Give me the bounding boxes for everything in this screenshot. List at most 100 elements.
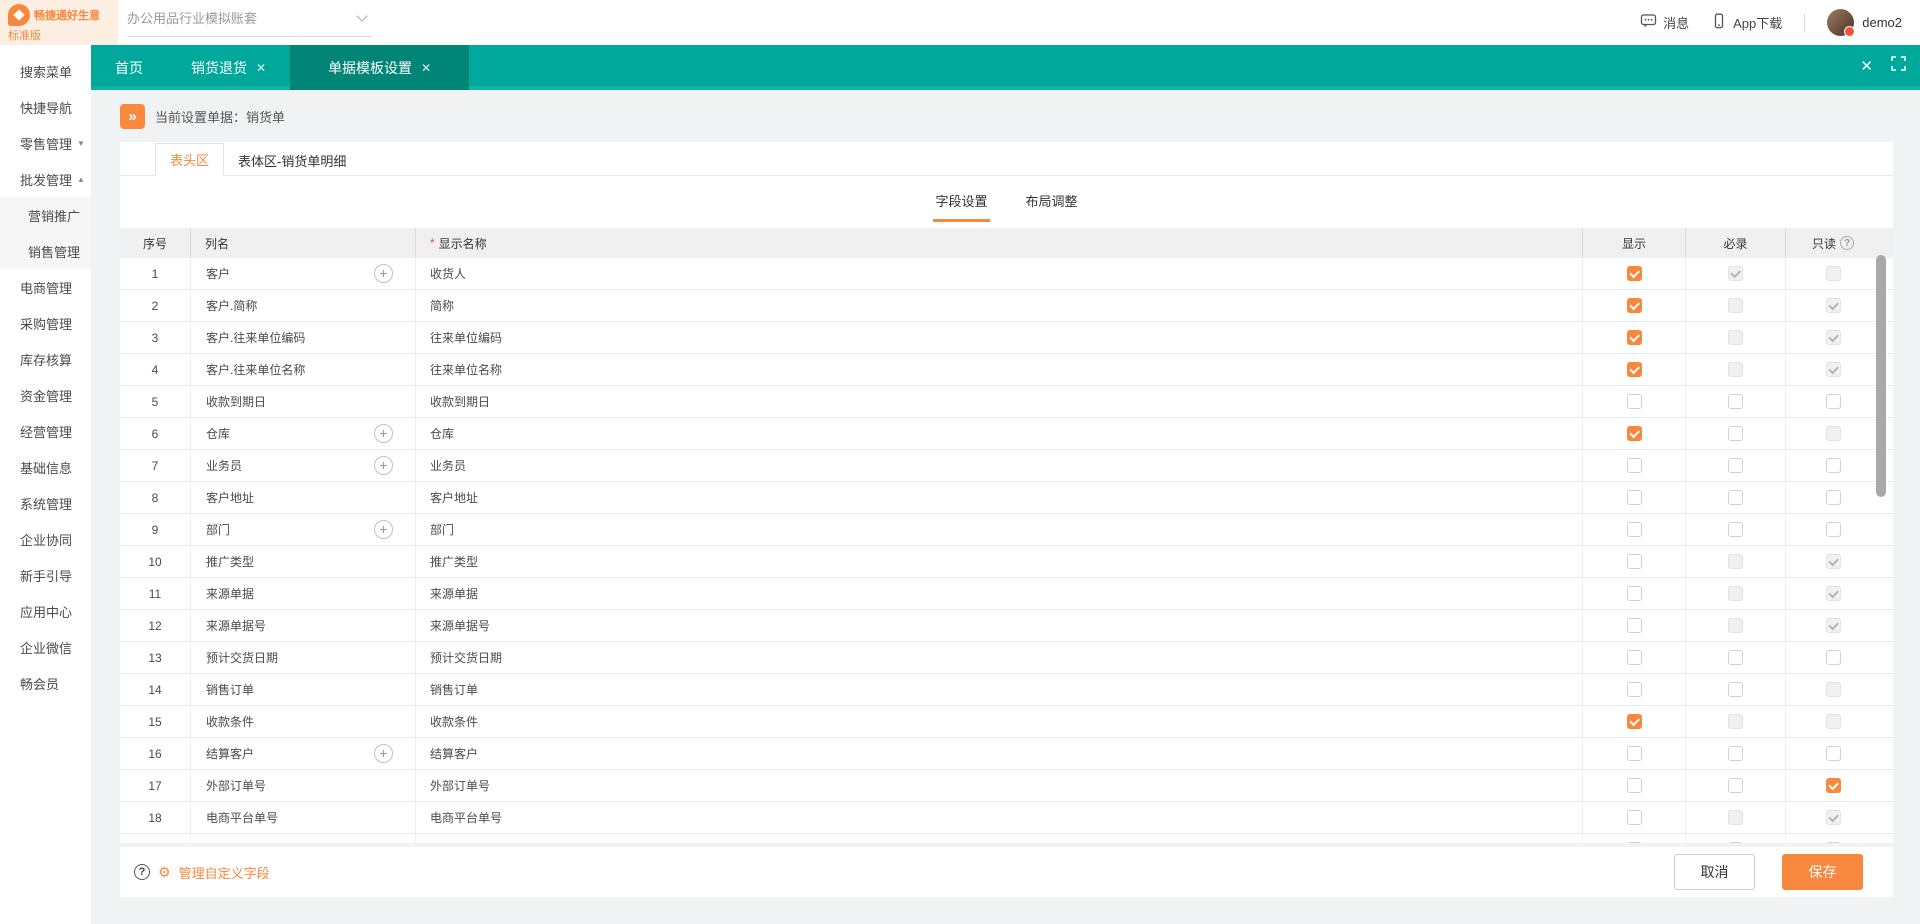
readonly-checkbox[interactable] (1825, 266, 1841, 281)
sidebar-item[interactable]: 新手引导 (0, 557, 91, 593)
readonly-checkbox[interactable] (1825, 490, 1841, 505)
required-checkbox[interactable] (1728, 714, 1743, 729)
close-icon[interactable]: ✕ (421, 61, 431, 75)
readonly-checkbox[interactable] (1825, 298, 1841, 313)
readonly-checkbox[interactable] (1825, 362, 1841, 377)
readonly-checkbox[interactable] (1825, 682, 1841, 697)
show-checkbox[interactable] (1626, 650, 1642, 665)
required-checkbox[interactable] (1728, 362, 1743, 377)
readonly-checkbox[interactable] (1825, 746, 1841, 761)
manage-custom-fields-link[interactable]: 管理自定义字段 (179, 863, 270, 882)
required-checkbox[interactable] (1728, 746, 1743, 761)
required-checkbox[interactable] (1728, 554, 1743, 569)
show-checkbox[interactable] (1626, 778, 1642, 793)
view-tab[interactable]: 布局调整 (1024, 183, 1080, 222)
required-checkbox[interactable] (1728, 618, 1743, 633)
show-checkbox[interactable] (1626, 554, 1642, 569)
readonly-checkbox[interactable] (1825, 778, 1841, 793)
sidebar-item[interactable]: 销售管理 (0, 233, 91, 269)
readonly-checkbox[interactable] (1825, 458, 1841, 473)
sidebar-item[interactable]: 营销推广 (0, 197, 91, 233)
sidebar-item[interactable]: 基础信息 (0, 449, 91, 485)
show-checkbox[interactable] (1626, 618, 1642, 633)
required-checkbox[interactable] (1728, 458, 1743, 473)
readonly-checkbox[interactable] (1825, 650, 1841, 665)
show-checkbox[interactable] (1626, 362, 1642, 377)
plus-icon[interactable]: + (374, 456, 393, 475)
sidebar-item[interactable]: 系统管理 (0, 485, 91, 521)
sidebar-item[interactable]: 经营管理 (0, 413, 91, 449)
required-checkbox[interactable] (1728, 650, 1743, 665)
readonly-checkbox[interactable] (1825, 522, 1841, 537)
help-icon[interactable]: ? (134, 864, 150, 880)
readonly-checkbox[interactable] (1825, 810, 1841, 825)
tab[interactable]: 单据模板设置 ✕ (290, 45, 470, 90)
sidebar-item[interactable]: 应用中心 (0, 593, 91, 629)
plus-icon[interactable]: + (374, 424, 393, 443)
required-checkbox[interactable] (1728, 778, 1743, 793)
sidebar-item[interactable]: 采购管理 (0, 305, 91, 341)
show-checkbox[interactable] (1626, 490, 1642, 505)
readonly-checkbox[interactable] (1825, 586, 1841, 601)
show-checkbox[interactable] (1626, 810, 1642, 825)
app-download-button[interactable]: App下载 (1711, 13, 1782, 32)
tab[interactable]: 首页 (91, 45, 167, 90)
required-checkbox[interactable] (1728, 330, 1743, 345)
show-checkbox[interactable] (1626, 842, 1642, 843)
show-checkbox[interactable] (1626, 426, 1642, 441)
view-tab[interactable]: 字段设置 (933, 183, 990, 222)
readonly-checkbox[interactable] (1825, 842, 1841, 843)
show-checkbox[interactable] (1626, 330, 1642, 345)
readonly-checkbox[interactable] (1825, 394, 1841, 409)
close-icon[interactable]: ✕ (256, 61, 266, 75)
readonly-checkbox[interactable] (1825, 330, 1841, 345)
readonly-checkbox[interactable] (1825, 554, 1841, 569)
required-checkbox[interactable] (1728, 266, 1743, 281)
required-checkbox[interactable] (1728, 394, 1743, 409)
show-checkbox[interactable] (1626, 266, 1642, 281)
required-checkbox[interactable] (1728, 842, 1743, 843)
sidebar-item[interactable]: 畅会员 (0, 665, 91, 701)
fullscreen-icon[interactable] (1891, 55, 1906, 76)
show-checkbox[interactable] (1626, 522, 1642, 537)
readonly-checkbox[interactable] (1825, 426, 1841, 441)
cancel-button[interactable]: 取消 (1674, 854, 1755, 890)
messages-button[interactable]: 消息 (1640, 13, 1689, 32)
section-tab[interactable]: 表头区 (155, 143, 225, 176)
readonly-checkbox[interactable] (1825, 618, 1841, 633)
plus-icon[interactable]: + (374, 520, 393, 539)
required-checkbox[interactable] (1728, 682, 1743, 697)
show-checkbox[interactable] (1626, 586, 1642, 601)
scrollbar-thumb[interactable] (1876, 255, 1886, 497)
readonly-checkbox[interactable] (1825, 714, 1841, 729)
required-checkbox[interactable] (1728, 522, 1743, 537)
collapse-icon[interactable]: » (120, 103, 145, 129)
account-set-selector[interactable]: 办公用品行业模拟账套 (127, 8, 372, 37)
required-checkbox[interactable] (1728, 426, 1743, 441)
show-checkbox[interactable] (1626, 394, 1642, 409)
required-checkbox[interactable] (1728, 298, 1743, 313)
section-tab[interactable]: 表体区-销货单明细 (224, 145, 360, 176)
user-menu[interactable]: demo2 (1827, 9, 1902, 37)
required-checkbox[interactable] (1728, 586, 1743, 601)
show-checkbox[interactable] (1626, 714, 1642, 729)
sidebar-item[interactable]: 资金管理 (0, 377, 91, 413)
sidebar-item[interactable]: 快捷导航 (0, 89, 91, 125)
tab[interactable]: 销货退货 ✕ (167, 45, 290, 90)
close-tab-icon[interactable]: ✕ (1860, 57, 1873, 75)
save-button[interactable]: 保存 (1782, 854, 1863, 890)
sidebar-item[interactable]: 企业协同 (0, 521, 91, 557)
help-icon[interactable]: ? (1840, 236, 1854, 250)
sidebar-item[interactable]: 企业微信 (0, 629, 91, 665)
plus-icon[interactable]: + (374, 264, 393, 283)
required-checkbox[interactable] (1728, 490, 1743, 505)
sidebar-item[interactable]: 库存核算 (0, 341, 91, 377)
sidebar-item[interactable]: 批发管理 ▲ (0, 161, 91, 197)
sidebar-item[interactable]: 零售管理 ▼ (0, 125, 91, 161)
sidebar-item[interactable]: 搜索菜单 (0, 53, 91, 89)
show-checkbox[interactable] (1626, 458, 1642, 473)
required-checkbox[interactable] (1728, 810, 1743, 825)
sidebar-item[interactable]: 电商管理 (0, 269, 91, 305)
show-checkbox[interactable] (1626, 746, 1642, 761)
show-checkbox[interactable] (1626, 682, 1642, 697)
